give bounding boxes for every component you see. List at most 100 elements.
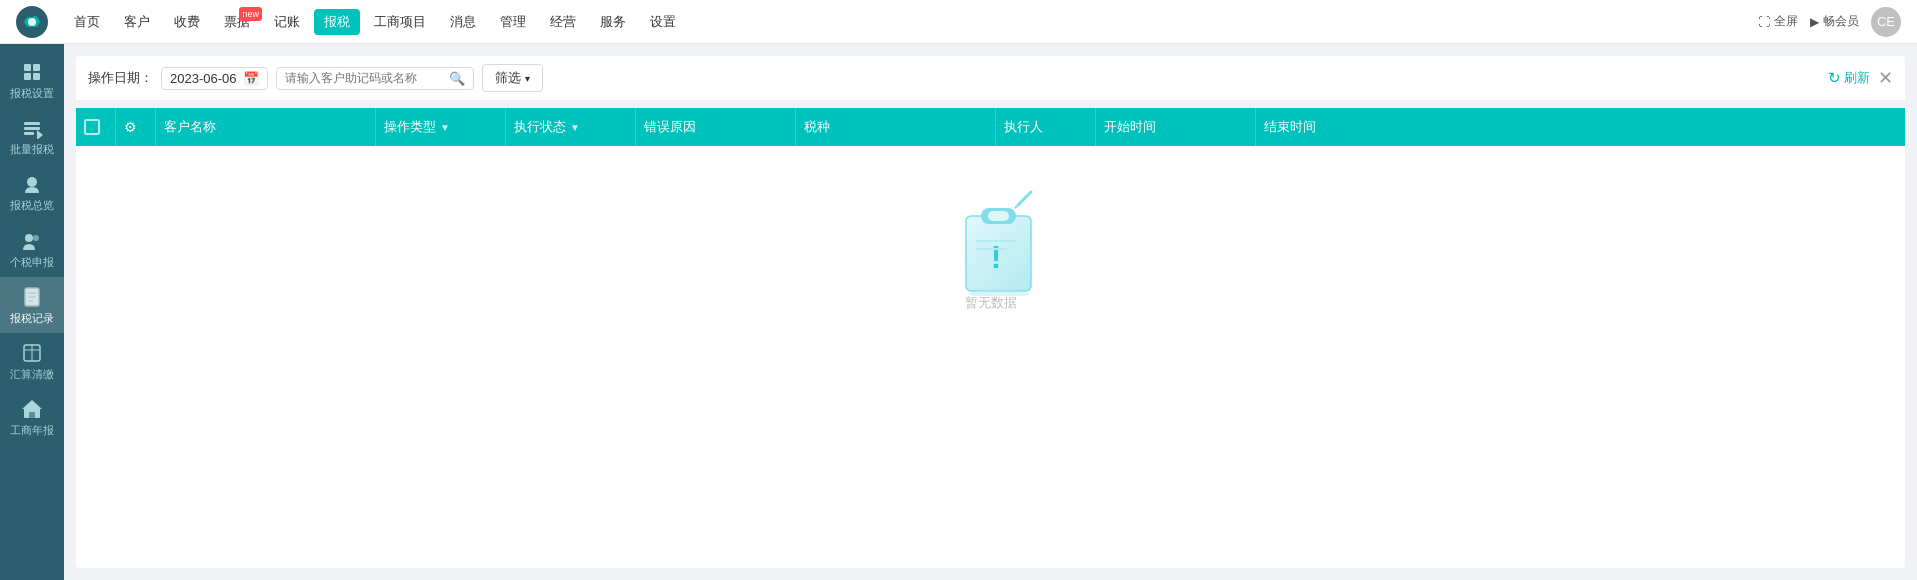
- play-icon: ▶: [1810, 15, 1819, 29]
- client-name-label: 客户名称: [164, 118, 216, 136]
- svg-rect-3: [33, 64, 40, 71]
- fullscreen-icon: ⛶: [1758, 15, 1770, 29]
- svg-line-25: [1015, 203, 1020, 208]
- tax-records-icon: [20, 285, 44, 309]
- th-checkbox: [76, 108, 116, 146]
- settings-icon[interactable]: ⚙: [124, 119, 137, 135]
- svg-text:!: !: [990, 239, 1001, 275]
- nav-customer[interactable]: 客户: [114, 9, 160, 35]
- error-reason-label: 错误原因: [644, 118, 696, 136]
- header-checkbox[interactable]: [84, 119, 100, 135]
- filter-button[interactable]: 筛选 ▾: [482, 64, 543, 92]
- table-body: !: [76, 146, 1905, 568]
- content-area: 操作日期： 2023-06-06 📅 🔍 筛选 ▾ ↻ 刷新 ✕: [64, 44, 1917, 580]
- fullscreen-btn[interactable]: ⛶ 全屏: [1758, 13, 1798, 30]
- svg-rect-7: [24, 127, 40, 130]
- nav-management[interactable]: 管理: [490, 9, 536, 35]
- th-error-reason: 错误原因: [636, 108, 796, 146]
- top-nav: 首页 客户 收费 票据 new 记账 报税 工商项目 消息 管理 经营 服务 设…: [0, 0, 1917, 44]
- nav-operations[interactable]: 经营: [540, 9, 586, 35]
- start-time-label: 开始时间: [1104, 118, 1156, 136]
- filter-label: 筛选: [495, 69, 521, 87]
- table-header: ⚙ 客户名称 操作类型 ▼ 执行状态 ▼ 错误原因 税种: [76, 108, 1905, 146]
- annual-report-label: 工商年报: [10, 424, 54, 437]
- settlement-icon: [20, 341, 44, 365]
- search-wrap: 🔍: [276, 67, 474, 90]
- nav-message[interactable]: 消息: [440, 9, 486, 35]
- nav-accounting[interactable]: 记账: [264, 9, 310, 35]
- svg-rect-8: [24, 132, 34, 135]
- svg-point-10: [27, 177, 37, 187]
- refresh-button[interactable]: ↻ 刷新: [1828, 69, 1870, 87]
- user-avatar[interactable]: CE: [1871, 7, 1901, 37]
- fullscreen-label: 全屏: [1774, 13, 1798, 30]
- executor-label: 执行人: [1004, 118, 1043, 136]
- sort-icon-status: ▼: [570, 122, 580, 133]
- sidebar: 报税设置 批量报税 报税总览: [0, 44, 64, 580]
- nav-industry[interactable]: 工商项目: [364, 9, 436, 35]
- sidebar-item-tax-summary[interactable]: 报税总览: [0, 164, 64, 220]
- svg-point-11: [25, 234, 33, 242]
- calendar-icon: 📅: [243, 71, 259, 86]
- svg-rect-6: [24, 122, 40, 125]
- svg-marker-9: [37, 130, 43, 139]
- svg-marker-21: [22, 400, 42, 409]
- tax-settings-label: 报税设置: [10, 87, 54, 100]
- toolbar: 操作日期： 2023-06-06 📅 🔍 筛选 ▾ ↻ 刷新 ✕: [76, 56, 1905, 100]
- tax-type-label: 税种: [804, 118, 830, 136]
- top-nav-right: ⛶ 全屏 ▶ 畅会员 CE: [1758, 7, 1901, 37]
- date-label: 操作日期：: [88, 69, 153, 87]
- sidebar-item-batch-tax[interactable]: 批量报税: [0, 108, 64, 164]
- date-picker[interactable]: 2023-06-06 📅: [161, 67, 268, 90]
- nav-settings[interactable]: 设置: [640, 9, 686, 35]
- svg-rect-28: [988, 211, 1009, 221]
- th-settings: ⚙: [116, 108, 156, 146]
- th-end-time: 结束时间: [1256, 108, 1386, 146]
- tax-settings-icon: [20, 60, 44, 84]
- chevron-down-icon: ▾: [525, 73, 530, 84]
- settlement-label: 汇算清缴: [10, 368, 54, 381]
- search-icon: 🔍: [449, 71, 465, 86]
- annual-report-icon: [20, 397, 44, 421]
- th-exec-status[interactable]: 执行状态 ▼: [506, 108, 636, 146]
- batch-tax-icon: [20, 116, 44, 140]
- search-input[interactable]: [285, 71, 445, 85]
- tax-summary-icon: [20, 172, 44, 196]
- sidebar-item-settlement[interactable]: 汇算清缴: [0, 333, 64, 389]
- nav-tax[interactable]: 报税: [314, 9, 360, 35]
- sidebar-item-tax-records[interactable]: 报税记录: [0, 277, 64, 333]
- th-executor: 执行人: [996, 108, 1096, 146]
- empty-text: 暂无数据: [965, 294, 1017, 312]
- close-button[interactable]: ✕: [1878, 69, 1893, 87]
- sidebar-item-tax-settings[interactable]: 报税设置: [0, 52, 64, 108]
- sidebar-item-personal-tax[interactable]: 个税申报: [0, 221, 64, 277]
- table-container: ⚙ 客户名称 操作类型 ▼ 执行状态 ▼ 错误原因 税种: [76, 108, 1905, 568]
- svg-rect-2: [24, 64, 31, 71]
- sidebar-item-annual-report[interactable]: 工商年报: [0, 389, 64, 445]
- th-start-time: 开始时间: [1096, 108, 1256, 146]
- nav-invoice[interactable]: 票据 new: [214, 9, 260, 35]
- app-logo[interactable]: [16, 6, 48, 38]
- refresh-label: 刷新: [1844, 69, 1870, 87]
- tax-summary-label: 报税总览: [10, 199, 54, 212]
- nav-services[interactable]: 服务: [590, 9, 636, 35]
- empty-state: !: [76, 146, 1905, 352]
- th-operation-type[interactable]: 操作类型 ▼: [376, 108, 506, 146]
- personal-tax-icon: [20, 229, 44, 253]
- th-client-name: 客户名称: [156, 108, 376, 146]
- nav-items: 首页 客户 收费 票据 new 记账 报税 工商项目 消息 管理 经营 服务 设…: [64, 9, 1758, 35]
- svg-rect-22: [29, 412, 35, 418]
- svg-line-23: [1019, 192, 1031, 204]
- nav-home[interactable]: 首页: [64, 9, 110, 35]
- svg-point-12: [33, 235, 39, 241]
- member-btn[interactable]: ▶ 畅会员: [1810, 13, 1859, 30]
- exec-status-label: 执行状态: [514, 118, 566, 136]
- end-time-label: 结束时间: [1264, 118, 1316, 136]
- batch-tax-label: 批量报税: [10, 143, 54, 156]
- personal-tax-label: 个税申报: [10, 256, 54, 269]
- date-value: 2023-06-06: [170, 71, 237, 86]
- new-badge: new: [239, 7, 262, 21]
- nav-billing[interactable]: 收费: [164, 9, 210, 35]
- main-layout: 报税设置 批量报税 报税总览: [0, 44, 1917, 580]
- operation-type-label: 操作类型: [384, 118, 436, 136]
